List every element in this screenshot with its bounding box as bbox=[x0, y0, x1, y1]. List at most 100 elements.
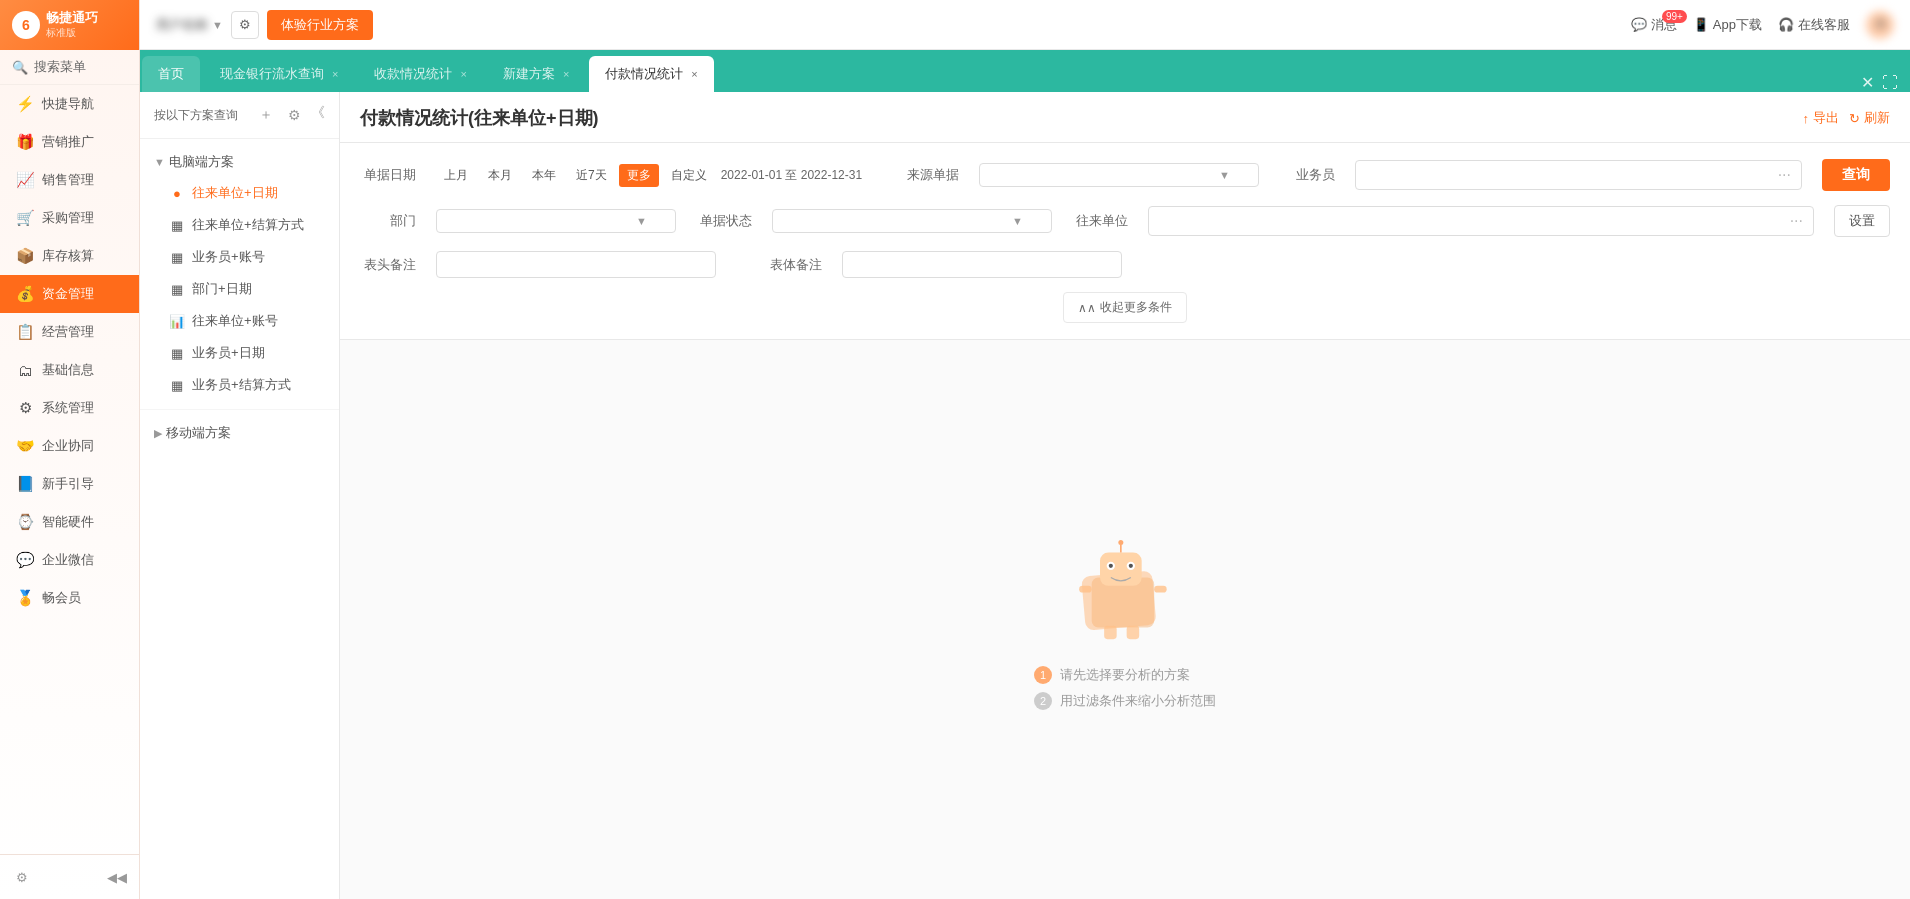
sidebar-item-label: 系统管理 bbox=[42, 399, 94, 417]
query-btn[interactable]: 查询 bbox=[1822, 159, 1890, 191]
trial-btn[interactable]: 体验行业方案 bbox=[267, 10, 373, 40]
staff-input[interactable]: ··· bbox=[1355, 160, 1802, 190]
svg-rect-9 bbox=[1079, 585, 1092, 592]
shortcut-more[interactable]: 更多 bbox=[619, 164, 659, 187]
tab-home[interactable]: 首页 bbox=[142, 56, 200, 92]
plan-item-unit-account[interactable]: 📊 往来单位+账号 bbox=[140, 305, 339, 337]
sidebar-item-label: 营销推广 bbox=[42, 133, 94, 151]
plan-item-staff-account[interactable]: ▦ 业务员+账号 bbox=[140, 241, 339, 273]
sidebar-item-hardware[interactable]: ⌚ 智能硬件 bbox=[0, 503, 139, 541]
desktop-section-header[interactable]: ▼ 电脑端方案 bbox=[140, 147, 339, 177]
left-panel-settings-btn[interactable]: ⚙ bbox=[283, 104, 305, 126]
tab-receipts[interactable]: 收款情况统计 × bbox=[358, 56, 482, 92]
sidebar-item-label: 销售管理 bbox=[42, 171, 94, 189]
counterpart-input[interactable]: ··· bbox=[1148, 206, 1814, 236]
sidebar-item-enterprise[interactable]: 🤝 企业协同 bbox=[0, 427, 139, 465]
filter-row-1: 单据日期 上月 本月 本年 近7天 更多 自定义 2022-01-01 至 20… bbox=[360, 159, 1890, 191]
marketing-icon: 🎁 bbox=[16, 133, 34, 151]
tab-bank-flow-label: 现金银行流水查询 bbox=[220, 65, 324, 83]
inventory-icon: 📦 bbox=[16, 247, 34, 265]
user-info[interactable]: 用户名称 ▼ bbox=[156, 16, 223, 34]
service-btn[interactable]: 🎧 在线客服 bbox=[1778, 16, 1850, 34]
mobile-section-header[interactable]: ▶ 移动端方案 bbox=[140, 418, 339, 448]
svg-point-8 bbox=[1118, 540, 1123, 545]
operations-icon: 📋 bbox=[16, 323, 34, 341]
shortcut-last-month[interactable]: 上月 bbox=[436, 164, 476, 187]
sidebar-settings-btn[interactable]: ⚙ bbox=[8, 863, 36, 891]
sidebar-item-operations[interactable]: 📋 经营管理 bbox=[0, 313, 139, 351]
dept-select-arrow: ▼ bbox=[636, 215, 647, 227]
sidebar-item-sales[interactable]: 📈 销售管理 bbox=[0, 161, 139, 199]
export-btn[interactable]: ↑ 导出 bbox=[1803, 109, 1840, 127]
svg-rect-12 bbox=[1127, 625, 1140, 638]
note-header-input[interactable] bbox=[436, 251, 716, 278]
sidebar: 6 畅捷通巧 标准版 🔍 搜索菜单 ⚡ 快捷导航 🎁 营销推广 📈 销售管理 🛒… bbox=[0, 0, 140, 899]
avatar[interactable]: 用 bbox=[1866, 11, 1894, 39]
sidebar-nav: ⚡ 快捷导航 🎁 营销推广 📈 销售管理 🛒 采购管理 📦 库存核算 💰 资金管… bbox=[0, 85, 139, 854]
sidebar-item-weixin[interactable]: 💬 企业微信 bbox=[0, 541, 139, 579]
sidebar-collapse-btn[interactable]: ◀◀ bbox=[103, 863, 131, 891]
sidebar-item-label: 采购管理 bbox=[42, 209, 94, 227]
empty-hint-2: 2 用过滤条件来缩小分析范围 bbox=[1034, 692, 1216, 710]
tab-receipts-close[interactable]: × bbox=[460, 68, 466, 80]
tab-bank-flow-close[interactable]: × bbox=[332, 68, 338, 80]
export-label: 导出 bbox=[1813, 109, 1839, 127]
sidebar-item-inventory[interactable]: 📦 库存核算 bbox=[0, 237, 139, 275]
msg-btn[interactable]: 💬 消息 99+ bbox=[1631, 16, 1677, 34]
sidebar-item-finance[interactable]: 💰 资金管理 bbox=[0, 275, 139, 313]
app-download-btn[interactable]: 📱 App下载 bbox=[1693, 16, 1762, 34]
header-settings-btn[interactable]: ⚙ bbox=[231, 11, 259, 39]
hint-text-2: 用过滤条件来缩小分析范围 bbox=[1060, 692, 1216, 710]
tab-bank-flow[interactable]: 现金银行流水查询 × bbox=[204, 56, 354, 92]
sidebar-bottom: ⚙ ◀◀ bbox=[0, 854, 139, 899]
sidebar-item-member[interactable]: 🏅 畅会员 bbox=[0, 579, 139, 617]
tab-payment-stats[interactable]: 付款情况统计 × bbox=[589, 56, 713, 92]
sidebar-item-label: 快捷导航 bbox=[42, 95, 94, 113]
guide-icon: 📘 bbox=[16, 475, 34, 493]
note-body-input[interactable] bbox=[842, 251, 1122, 278]
settings-btn[interactable]: 设置 bbox=[1834, 205, 1890, 237]
sidebar-item-guide[interactable]: 📘 新手引导 bbox=[0, 465, 139, 503]
source-select[interactable]: ▼ bbox=[979, 163, 1259, 187]
plan-label-staff-account: 业务员+账号 bbox=[192, 248, 265, 266]
collapse-btn[interactable]: ∧∧ 收起更多条件 bbox=[1063, 292, 1187, 323]
refresh-btn[interactable]: ↻ 刷新 bbox=[1849, 109, 1890, 127]
sidebar-item-quick-nav[interactable]: ⚡ 快捷导航 bbox=[0, 85, 139, 123]
dept-select[interactable]: ▼ bbox=[436, 209, 676, 233]
plan-item-staff-settlement[interactable]: ▦ 业务员+结算方式 bbox=[140, 369, 339, 401]
plan-item-unit-settlement[interactable]: ▦ 往来单位+结算方式 bbox=[140, 209, 339, 241]
plan-label-unit-date: 往来单位+日期 bbox=[192, 184, 278, 202]
staff-dots: ··· bbox=[1778, 166, 1791, 184]
voucher-status-select[interactable]: ▼ bbox=[772, 209, 1052, 233]
sidebar-item-basic[interactable]: 🗂 基础信息 bbox=[0, 351, 139, 389]
export-icon: ↑ bbox=[1803, 111, 1810, 126]
sidebar-item-purchase[interactable]: 🛒 采购管理 bbox=[0, 199, 139, 237]
shortcut-custom[interactable]: 自定义 bbox=[663, 164, 715, 187]
search-menu[interactable]: 🔍 搜索菜单 bbox=[0, 50, 139, 85]
plan-icon-unit-account: 📊 bbox=[168, 312, 186, 330]
sidebar-item-marketing[interactable]: 🎁 营销推广 bbox=[0, 123, 139, 161]
service-label: 在线客服 bbox=[1798, 16, 1850, 34]
shortcut-this-year[interactable]: 本年 bbox=[524, 164, 564, 187]
tab-new-plan[interactable]: 新建方案 × bbox=[487, 56, 585, 92]
plan-item-staff-date[interactable]: ▦ 业务员+日期 bbox=[140, 337, 339, 369]
svg-point-6 bbox=[1129, 563, 1133, 567]
tab-payment-stats-close[interactable]: × bbox=[691, 68, 697, 80]
plan-item-dept-date[interactable]: ▦ 部门+日期 bbox=[140, 273, 339, 305]
tab-new-plan-close[interactable]: × bbox=[563, 68, 569, 80]
sidebar-item-label: 新手引导 bbox=[42, 475, 94, 493]
plan-icon-dept-date: ▦ bbox=[168, 280, 186, 298]
empty-state: 1 请先选择要分析的方案 2 用过滤条件来缩小分析范围 bbox=[340, 340, 1910, 899]
tab-expand-btn[interactable]: ⛶ bbox=[1882, 74, 1898, 92]
collapse-icon: ∧∧ bbox=[1078, 301, 1096, 315]
note-header-control bbox=[436, 251, 716, 278]
shortcut-this-month[interactable]: 本月 bbox=[480, 164, 520, 187]
plan-item-unit-date[interactable]: ● 往来单位+日期 bbox=[140, 177, 339, 209]
tab-close-all-btn[interactable]: ✕ bbox=[1861, 73, 1874, 92]
sidebar-item-system[interactable]: ⚙ 系统管理 bbox=[0, 389, 139, 427]
svg-point-5 bbox=[1109, 563, 1113, 567]
left-panel-add-btn[interactable]: ＋ bbox=[255, 104, 277, 126]
left-panel: 按以下方案查询 ＋ ⚙ 《 ▼ 电脑端方案 ● 往来单位+日期 ▦ bbox=[140, 92, 340, 899]
left-panel-collapse-btn[interactable]: 《 bbox=[311, 104, 325, 126]
shortcut-7days[interactable]: 近7天 bbox=[568, 164, 615, 187]
